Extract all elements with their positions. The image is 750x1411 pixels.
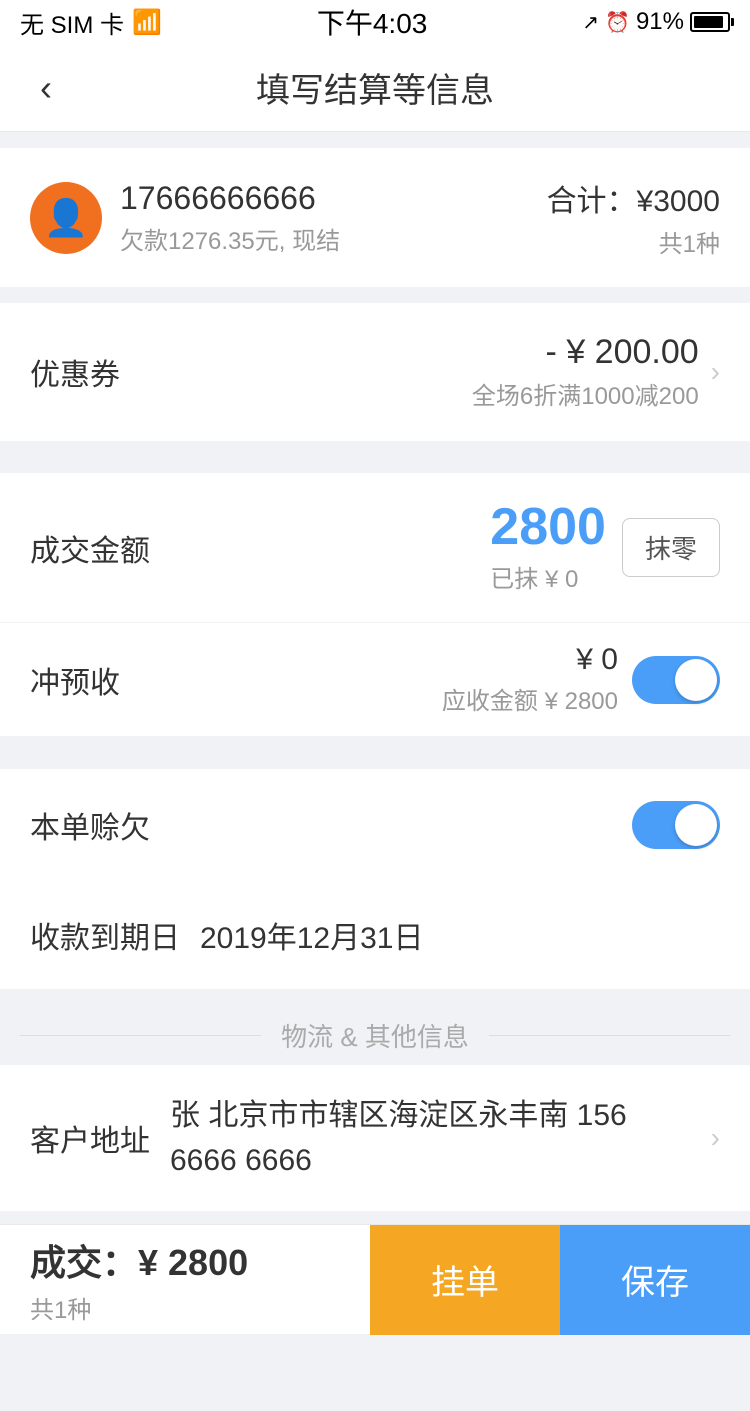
- battery-percent: 91%: [636, 8, 684, 36]
- address-row[interactable]: 客户地址 张 北京市市辖区海淀区永丰南 156 6666 6666 ›: [0, 1065, 750, 1211]
- coupon-discount: - ¥ 200.00: [472, 333, 699, 372]
- hang-order-button[interactable]: 挂单: [370, 1225, 560, 1335]
- toggle-knob: [675, 659, 717, 701]
- customer-phone: 17666666666: [120, 180, 340, 217]
- address-section: 客户地址 张 北京市市辖区海淀区永丰南 156 6666 6666 ›: [0, 1065, 750, 1211]
- customer-card: 👤 17666666666 欠款1276.35元, 现结 合计：¥3000 共1…: [0, 148, 750, 287]
- avatar-icon: 👤: [44, 197, 89, 239]
- prepay-row: 冲预收 ¥ 0 应收金额 ¥ 2800: [0, 623, 750, 737]
- carrier-text: 无 SIM 卡: [20, 5, 124, 40]
- coupon-row[interactable]: 优惠券 - ¥ 200.00 全场6折满1000减200 ›: [0, 303, 750, 441]
- customer-left: 👤 17666666666 欠款1276.35元, 现结: [30, 180, 340, 256]
- customer-info: 17666666666 欠款1276.35元, 现结: [120, 180, 340, 256]
- prepay-sub: 应收金额 ¥ 2800: [442, 681, 618, 716]
- status-bar: 无 SIM 卡 📶 下午4:03 ↗ ⏰ 91%: [0, 0, 750, 44]
- location-icon: ↗: [582, 10, 599, 35]
- bottom-summary: 成交：¥ 2800 共1种: [0, 1234, 370, 1325]
- coupon-desc: 全场6折满1000减200: [472, 376, 699, 411]
- prepay-label: 冲预收: [30, 658, 120, 702]
- due-date-label: 收款到期日: [30, 913, 180, 957]
- save-button[interactable]: 保存: [560, 1225, 750, 1335]
- deal-section: 成交金额 2800 已抹 ¥ 0 抹零 冲预收 ¥ 0 应收金额 ¥ 2800: [0, 473, 750, 737]
- page-header: ‹ 填写结算等信息: [0, 44, 750, 132]
- chevron-right-icon: ›: [711, 356, 720, 388]
- logistics-divider: 物流 & 其他信息: [0, 1005, 750, 1065]
- total-count: 共1种: [547, 224, 720, 259]
- debt-toggle-knob: [675, 804, 717, 846]
- back-button[interactable]: ‹: [24, 66, 68, 110]
- status-right: ↗ ⏰ 91%: [582, 8, 730, 36]
- page-title: 填写结算等信息: [256, 63, 494, 112]
- bottom-deal-label: 成交：: [30, 1242, 138, 1283]
- bottom-deal-row: 成交：¥ 2800: [30, 1234, 340, 1286]
- divider-2: [0, 441, 750, 457]
- prepay-amount: ¥ 0: [442, 643, 618, 677]
- wifi-icon: 📶: [132, 8, 162, 37]
- debt-section: 本单赊欠 收款到期日 2019年12月31日: [0, 769, 750, 989]
- divider-3: [0, 737, 750, 753]
- deal-amount-row: 成交金额 2800 已抹 ¥ 0 抹零: [0, 473, 750, 623]
- debt-label: 本单赊欠: [30, 803, 150, 847]
- coupon-label: 优惠券: [30, 350, 120, 394]
- due-date-row: 收款到期日 2019年12月31日: [0, 881, 750, 989]
- logistics-label: 物流 & 其他信息: [281, 1017, 469, 1054]
- bottom-count: 共1种: [30, 1290, 340, 1325]
- deal-amount-label: 成交金额: [30, 526, 150, 570]
- deal-amount-value: 2800: [490, 501, 606, 553]
- status-time: 下午4:03: [317, 2, 428, 42]
- due-date-value: 2019年12月31日: [200, 913, 423, 957]
- coupon-section: 优惠券 - ¥ 200.00 全场6折满1000减200 ›: [0, 303, 750, 441]
- alarm-icon: ⏰: [605, 10, 630, 35]
- bottom-bar: 成交：¥ 2800 共1种 挂单 保存: [0, 1224, 750, 1334]
- logistics-line-right: [489, 1035, 730, 1036]
- round-zero-button[interactable]: 抹零: [622, 518, 720, 577]
- status-left: 无 SIM 卡 📶: [20, 5, 162, 40]
- total-amount: 合计：¥3000: [547, 176, 720, 220]
- bottom-deal-amount: ¥ 2800: [138, 1242, 248, 1283]
- deal-amount-sub: 已抹 ¥ 0: [490, 559, 606, 594]
- customer-debt: 欠款1276.35元, 现结: [120, 221, 340, 256]
- debt-toggle[interactable]: [632, 801, 720, 849]
- customer-right: 合计：¥3000 共1种: [547, 176, 720, 259]
- address-value: 张 北京市市辖区海淀区永丰南 156 6666 6666: [170, 1093, 701, 1183]
- battery-icon: [690, 12, 730, 32]
- prepay-toggle[interactable]: [632, 656, 720, 704]
- address-chevron-icon: ›: [711, 1122, 720, 1154]
- avatar: 👤: [30, 182, 102, 254]
- address-label: 客户地址: [30, 1116, 150, 1160]
- logistics-line-left: [20, 1035, 261, 1036]
- deal-amount-right: 2800 已抹 ¥ 0 抹零: [490, 501, 720, 594]
- coupon-right: - ¥ 200.00 全场6折满1000减200 ›: [472, 333, 720, 411]
- debt-row: 本单赊欠: [0, 769, 750, 881]
- divider-1: [0, 287, 750, 303]
- prepay-right: ¥ 0 应收金额 ¥ 2800: [442, 643, 720, 716]
